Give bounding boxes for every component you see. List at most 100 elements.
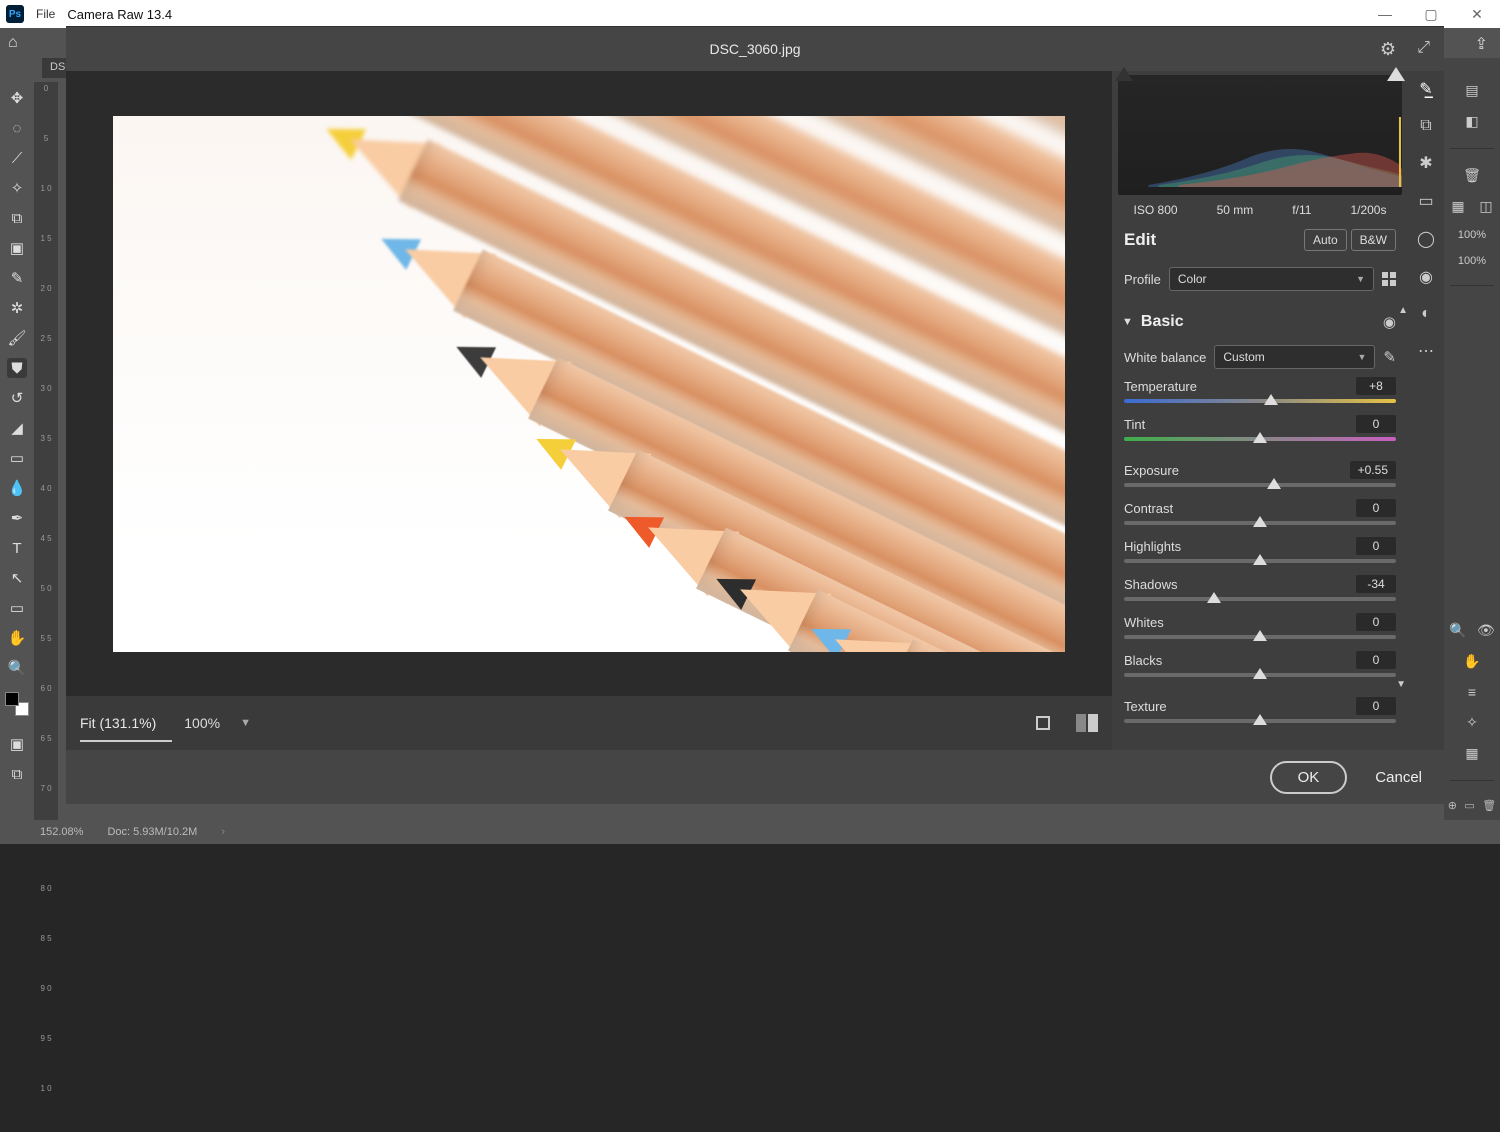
wb-eyedropper-icon[interactable]: ✎ (1383, 348, 1396, 366)
panel-scroll-up-icon[interactable]: ▲ (1398, 305, 1408, 316)
temperature-slider[interactable] (1124, 399, 1396, 403)
window-maximize-icon[interactable]: ▢ (1408, 0, 1454, 28)
trash-icon[interactable]: 🗑 (1463, 167, 1481, 184)
wand-panel-icon[interactable]: ✧ (1466, 714, 1478, 731)
menu-file[interactable]: File (36, 7, 55, 21)
blacks-slider[interactable] (1124, 673, 1396, 677)
hand-tool-icon[interactable]: ✋ (7, 628, 27, 648)
exposure-slider[interactable] (1124, 483, 1396, 487)
frame-tool-icon[interactable]: ▣ (7, 238, 27, 258)
stamp-tool-icon[interactable]: ⛊ (7, 358, 27, 378)
texture-slider[interactable] (1124, 719, 1396, 723)
cancel-button[interactable]: Cancel (1375, 769, 1422, 786)
tint-knob[interactable] (1253, 432, 1267, 443)
profile-browser-icon[interactable] (1382, 272, 1396, 286)
panel-icon[interactable]: ▭ (1464, 799, 1474, 812)
fullscreen-icon[interactable]: ⤢ (1417, 39, 1430, 57)
blacks-knob[interactable] (1253, 668, 1267, 679)
radial-tab-icon[interactable]: ◯ (1417, 229, 1435, 249)
whites-value[interactable]: 0 (1356, 613, 1396, 631)
blacks-value[interactable]: 0 (1356, 651, 1396, 669)
fit-zoom-button[interactable]: Fit (131.1%) (80, 715, 156, 731)
window-close-icon[interactable]: ✕ (1454, 0, 1500, 28)
highlights-knob[interactable] (1253, 554, 1267, 565)
hand-panel-icon[interactable]: ✋ (1463, 653, 1480, 670)
heal-tool-icon[interactable]: ✲ (7, 298, 27, 318)
window-minimize-icon[interactable]: — (1362, 0, 1408, 28)
home-icon[interactable]: ⌂ (8, 34, 18, 52)
texture-value[interactable]: 0 (1356, 697, 1396, 715)
temperature-knob[interactable] (1264, 394, 1278, 405)
histogram[interactable] (1118, 75, 1402, 195)
share-icon[interactable]: ⇪ (1475, 34, 1488, 54)
shadow-clip-warning-icon[interactable] (1115, 67, 1133, 81)
exposure-knob[interactable] (1267, 478, 1281, 489)
panel-scroll-down-icon[interactable]: ▼ (1396, 679, 1406, 690)
grid-panel-icon[interactable]: ▦ (1465, 745, 1478, 762)
pen-tool-icon[interactable]: ✒ (7, 508, 27, 528)
tint-value[interactable]: 0 (1356, 415, 1396, 433)
whites-slider[interactable] (1124, 635, 1396, 639)
profile-select[interactable]: Color ▼ (1169, 267, 1374, 291)
shadows-value[interactable]: -34 (1356, 575, 1396, 593)
move-tool-icon[interactable]: ✥ (7, 88, 27, 108)
brush-tab-icon[interactable]: ◐ (1421, 305, 1431, 323)
gradient-tool-icon[interactable]: ▭ (7, 448, 27, 468)
eyedropper-tool-icon[interactable]: ✎ (7, 268, 27, 288)
screenmode-icon[interactable]: ⧉ (7, 764, 27, 784)
panel-icon[interactable]: ▤ (1465, 82, 1478, 99)
highlight-clip-warning-icon[interactable] (1387, 67, 1405, 81)
image-preview[interactable] (66, 71, 1112, 696)
before-after-single-icon[interactable] (1036, 716, 1050, 730)
shadows-knob[interactable] (1207, 592, 1221, 603)
tint-slider[interactable] (1124, 437, 1396, 441)
mask-tab-icon[interactable]: ▭ (1418, 191, 1433, 211)
contrast-slider[interactable] (1124, 521, 1396, 525)
wb-select[interactable]: Custom ▼ (1214, 345, 1375, 369)
zoom-100-button[interactable]: 100% (184, 715, 220, 731)
heal-tab-icon[interactable]: ✱ (1419, 153, 1432, 173)
marquee-tool-icon[interactable]: ◌ (7, 118, 27, 138)
toggle-visibility-icon[interactable]: ◉ (1383, 313, 1396, 331)
redeye-tab-icon[interactable]: ◉ (1419, 267, 1433, 287)
highlights-value[interactable]: 0 (1356, 537, 1396, 555)
crop-tool-icon[interactable]: ⧉ (7, 208, 27, 228)
whites-knob[interactable] (1253, 630, 1267, 641)
brush-tool-icon[interactable]: 🖌 (7, 328, 27, 348)
lasso-tool-icon[interactable]: ⟋ (7, 148, 27, 168)
before-after-split-icon[interactable] (1076, 714, 1098, 732)
panel-icon[interactable]: ▦ (1451, 198, 1464, 215)
ok-button[interactable]: OK (1270, 761, 1348, 794)
quickmask-icon[interactable]: ▣ (7, 734, 27, 754)
panel-icon[interactable]: ◫ (1479, 198, 1492, 215)
disclosure-icon[interactable]: ▼ (1122, 316, 1133, 328)
wand-tool-icon[interactable]: ✧ (7, 178, 27, 198)
texture-knob[interactable] (1253, 714, 1267, 725)
status-chevron-icon[interactable]: › (221, 826, 225, 838)
basic-section-title[interactable]: Basic (1141, 313, 1184, 331)
exposure-value[interactable]: +0.55 (1350, 461, 1396, 479)
auto-button[interactable]: Auto (1304, 229, 1347, 251)
bw-button[interactable]: B&W (1351, 229, 1396, 251)
adjust-panel-icon[interactable]: ≡ (1468, 684, 1476, 700)
zoom-tool-icon[interactable]: 🔍 (7, 658, 27, 678)
more-tab-icon[interactable]: ⋯ (1418, 341, 1434, 361)
type-tool-icon[interactable]: T (7, 538, 27, 558)
eye-panel-icon[interactable]: 👁 (1477, 622, 1495, 639)
shape-tool-icon[interactable]: ▭ (7, 598, 27, 618)
contrast-knob[interactable] (1253, 516, 1267, 527)
panel-icon[interactable]: ◧ (1465, 113, 1478, 130)
zoom-panel-icon[interactable]: 🔍 (1449, 622, 1466, 639)
temperature-value[interactable]: +8 (1356, 377, 1396, 395)
shadows-slider[interactable] (1124, 597, 1396, 601)
edit-tab-icon[interactable]: ✎̲ (1419, 79, 1432, 99)
fg-bg-swatch[interactable] (5, 692, 29, 716)
panel-icon[interactable]: ⊕ (1448, 799, 1457, 812)
trash-icon[interactable]: 🗑 (1482, 799, 1496, 812)
settings-gear-icon[interactable]: ⚙ (1380, 39, 1396, 60)
crop-tab-icon[interactable]: ⧉ (1420, 117, 1431, 135)
contrast-value[interactable]: 0 (1356, 499, 1396, 517)
history-brush-icon[interactable]: ↺ (7, 388, 27, 408)
blur-tool-icon[interactable]: 💧 (7, 478, 27, 498)
eraser-tool-icon[interactable]: ◢ (7, 418, 27, 438)
